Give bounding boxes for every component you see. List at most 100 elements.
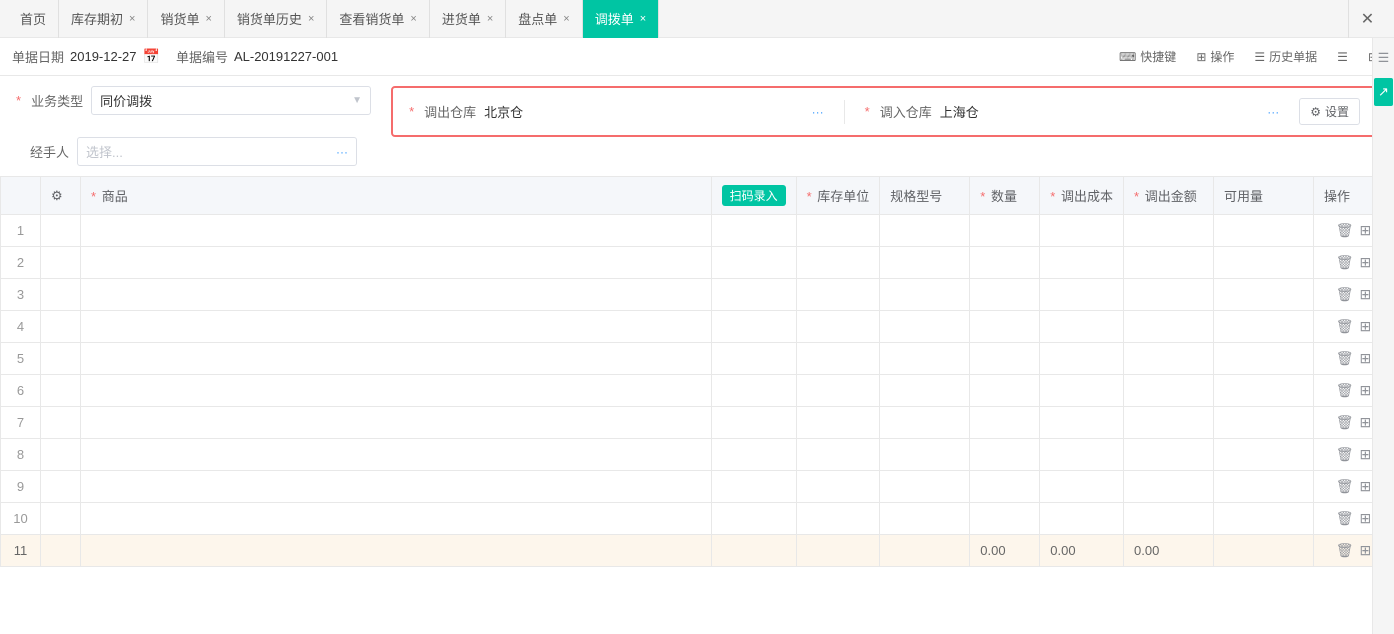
shortcut-label: 快捷键 [1140,48,1176,65]
row-spec [880,279,970,311]
person-select[interactable]: 选择... ··· [77,137,357,166]
row-copy-icon[interactable]: ⊞ [1360,286,1372,303]
row-product[interactable] [81,279,712,311]
row-delete-icon[interactable]: 🗑 [1336,318,1354,335]
tab-sales-history[interactable]: 销货单历史 × [225,0,327,38]
row-cost [1040,503,1124,535]
person-more[interactable]: ··· [336,145,348,159]
sidebar-notes-icon[interactable]: ☰ [1374,46,1394,70]
row-available [1214,215,1314,247]
row-amount [1124,215,1214,247]
row-spec [880,439,970,471]
shortcut-icon: ⌨ [1119,50,1136,64]
row-product[interactable] [81,375,712,407]
row-copy-icon[interactable]: ⊞ [1360,478,1372,495]
tab-view-sales[interactable]: 查看销货单 × [327,0,429,38]
row-copy-icon[interactable]: ⊞ [1360,254,1372,271]
row-copy-icon[interactable]: ⊞ [1360,222,1372,239]
row-product[interactable] [81,439,712,471]
row-available [1214,247,1314,279]
row-delete-icon[interactable]: 🗑 [1336,478,1354,495]
doc-label: 单据编号 [176,47,228,66]
doc-value: AL-20191227-001 [234,49,338,64]
history-btn[interactable]: ☰ 历史单据 [1250,46,1321,67]
th-gear[interactable]: ⚙ [41,177,81,215]
row-copy-icon[interactable]: ⊞ [1360,510,1372,527]
th-amount-label: 调出金额 [1145,189,1197,204]
row-unit [796,311,880,343]
scan-btn[interactable]: 扫码录入 [722,185,786,206]
warehouse-out-field: * 调出仓库 北京仓 ··· [409,102,824,121]
row-scan [711,407,796,439]
tab-inventory-check-close[interactable]: × [563,13,569,25]
business-type-select[interactable]: 同价调拨 ▼ [91,86,371,115]
table-area: ⚙ * 商品 扫码录入 * 库存单位 规格型号 * 数量 [0,176,1394,567]
row-product[interactable] [81,311,712,343]
tab-view-sales-close[interactable]: × [410,13,416,25]
row-product[interactable] [81,407,712,439]
row-copy-icon[interactable]: ⊞ [1360,414,1372,431]
row-index: 8 [1,439,41,471]
row-product[interactable] [81,215,712,247]
operation-btn[interactable]: ⊞ 操作 [1192,46,1238,67]
row-delete-icon[interactable]: 🗑 [1336,286,1354,303]
row-gear [41,407,81,439]
warehouse-in-value: 上海仓 [940,102,1256,121]
tab-purchase-order-close[interactable]: × [487,13,493,25]
warehouse-out-more[interactable]: ··· [812,105,824,119]
row-copy-icon[interactable]: ⊞ [1360,446,1372,463]
row-spec [880,375,970,407]
row-qty [970,503,1040,535]
tab-inventory-init[interactable]: 库存期初 × [59,0,148,38]
tab-transfer-close[interactable]: × [640,13,646,25]
row-delete-icon[interactable]: 🗑 [1336,350,1354,367]
warehouse-section: * 调出仓库 北京仓 ··· * 调入仓库 上海仓 ··· ⚙ 设置 [391,86,1378,137]
row-product[interactable] [81,247,712,279]
window-close-button[interactable]: ✕ [1348,0,1386,38]
row-delete-icon[interactable]: 🗑 [1336,382,1354,399]
tab-home[interactable]: 首页 [8,0,59,38]
row-copy-icon[interactable]: ⊞ [1360,350,1372,367]
tab-sales-order-close[interactable]: × [205,13,211,25]
row-delete-icon[interactable]: 🗑 [1336,254,1354,271]
subtotal-delete-icon[interactable]: 🗑 [1336,542,1354,559]
tab-sales-history-close[interactable]: × [308,13,314,25]
tab-purchase-order[interactable]: 进货单 × [430,0,506,38]
row-product[interactable] [81,343,712,375]
row-index: 9 [1,471,41,503]
row-cost [1040,343,1124,375]
th-index [1,177,41,215]
row-product[interactable] [81,471,712,503]
warehouse-in-field: * 调入仓库 上海仓 ··· [865,102,1280,121]
tab-sales-order[interactable]: 销货单 × [148,0,224,38]
row-scan [711,375,796,407]
tab-transfer[interactable]: 调拨单 × [583,0,659,38]
settings-button[interactable]: ⚙ 设置 [1299,98,1360,125]
row-scan [711,439,796,471]
row-qty [970,471,1040,503]
row-copy-icon[interactable]: ⊞ [1360,318,1372,335]
business-type-value: 同价调拨 [100,91,348,110]
row-delete-icon[interactable]: 🗑 [1336,414,1354,431]
row-product[interactable] [81,503,712,535]
tab-inventory-init-close[interactable]: × [129,13,135,25]
row-delete-icon[interactable]: 🗑 [1336,446,1354,463]
row-copy-icon[interactable]: ⊞ [1360,382,1372,399]
calendar-icon[interactable]: 📅 [143,48,160,65]
row-delete-icon[interactable]: 🗑 [1336,222,1354,239]
row-scan [711,503,796,535]
row-index: 10 [1,503,41,535]
row-gear [41,343,81,375]
th-available: 可用量 [1214,177,1314,215]
subtotal-copy-icon[interactable]: ⊞ [1360,542,1372,559]
operation-icon: ⊞ [1196,50,1206,64]
tab-inventory-check[interactable]: 盘点单 × [506,0,582,38]
date-label: 单据日期 [12,47,64,66]
row-amount [1124,343,1214,375]
layout-btn-list[interactable]: ☰ [1333,48,1352,66]
sidebar-export-icon[interactable]: ↗ [1374,78,1393,106]
row-amount [1124,471,1214,503]
warehouse-in-more[interactable]: ··· [1267,105,1279,119]
row-delete-icon[interactable]: 🗑 [1336,510,1354,527]
shortcut-btn[interactable]: ⌨ 快捷键 [1115,46,1180,67]
